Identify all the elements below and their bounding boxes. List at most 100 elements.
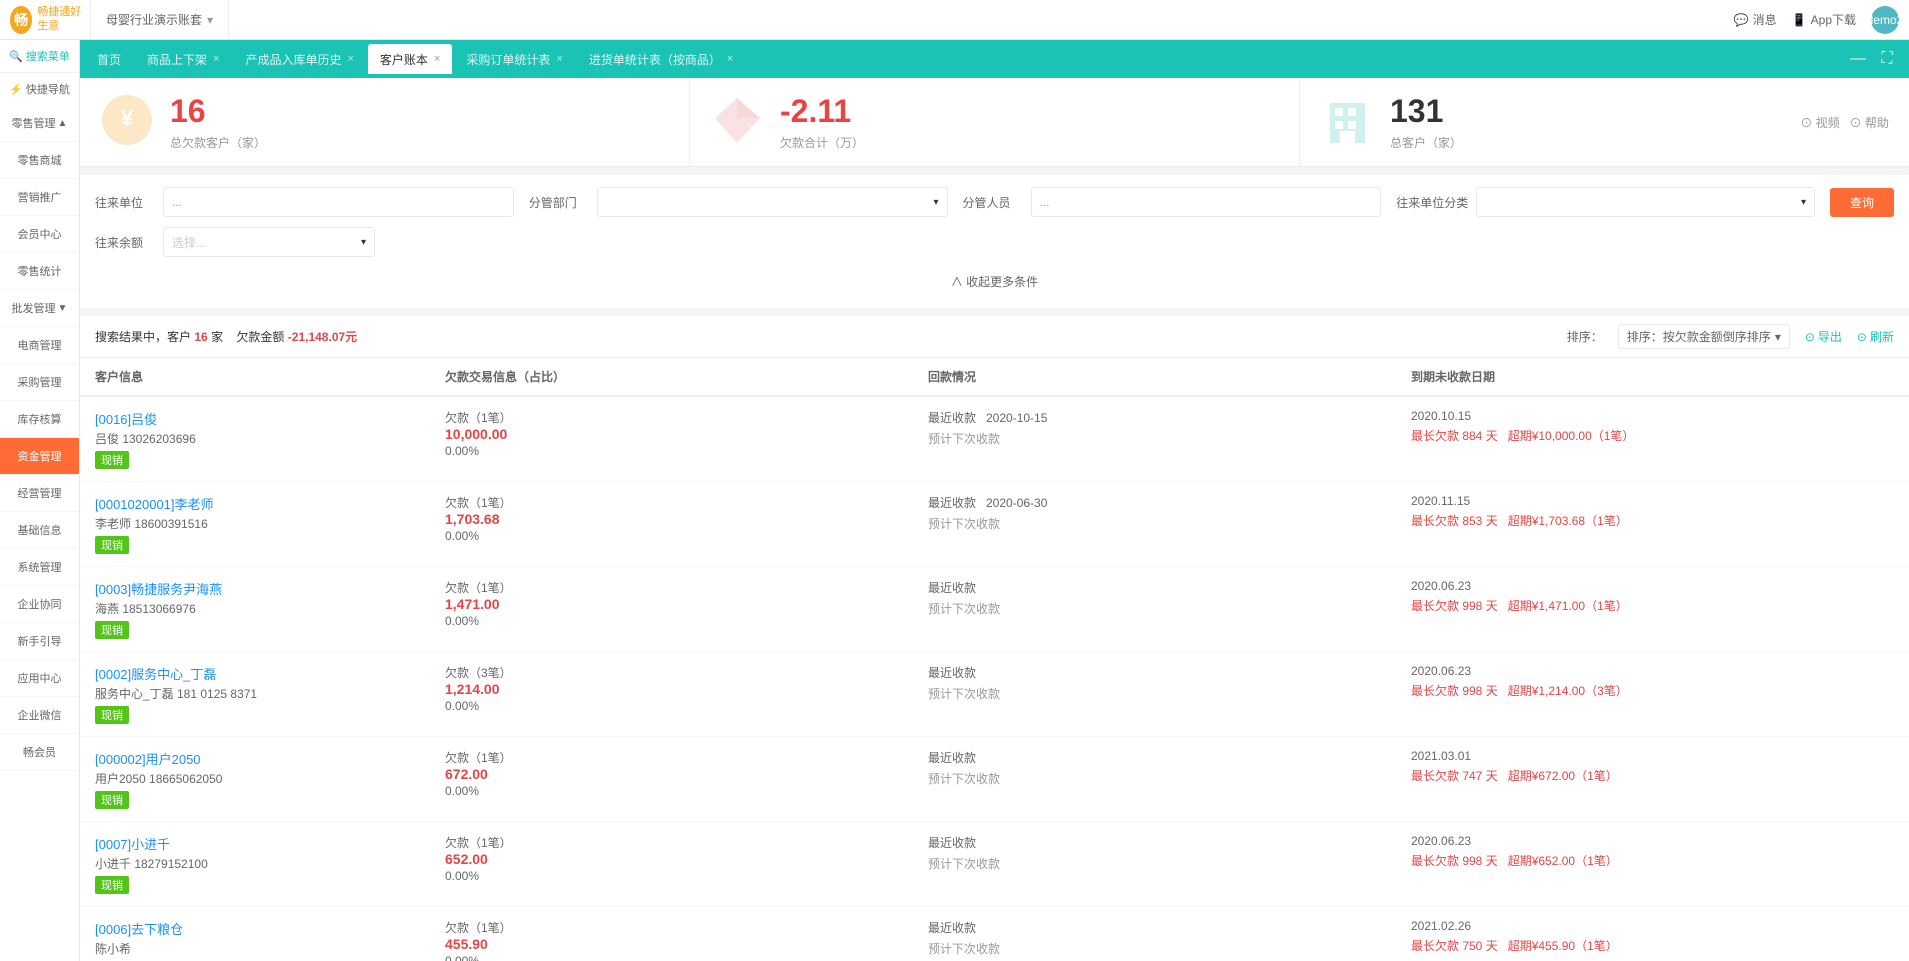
sidebar-item-system[interactable]: 系统管理 [0,549,79,586]
customer-tag-4: 现销 [95,706,129,724]
sidebar-item-collab[interactable]: 企业协同 [0,586,79,623]
sort-select[interactable]: 排序：按欠款金额倒序排序 ▾ [1618,324,1790,349]
table-area: 客户信息 欠款交易信息（占比） 回款情况 到期未收款日期 [0016]吕俊 吕俊… [80,358,1909,961]
close-tab-products[interactable]: × [213,53,219,65]
due-cell-7: 2021.02.26 最长欠款 750 天 超期¥455.90（1笔） [1411,919,1894,954]
tab-minimize-btn[interactable]: — [1846,47,1870,71]
filter-balance: 往来余额 选择... ▾ [95,227,375,257]
sidebar-item-finance[interactable]: 资金管理 [0,438,79,475]
sidebar: 🔍 搜索菜单 ⚡ 快捷导航 零售管理 ▲ 零售商城 营销推广 会员中心 零售统计… [0,40,80,961]
stat-total-count-value: 131 [1390,93,1462,130]
company-input[interactable]: ... [163,187,514,217]
category-select[interactable]: ▾ [1476,187,1815,217]
customer-name-6[interactable]: [0007]小进千 [95,834,445,853]
search-button[interactable]: 查询 [1830,188,1894,217]
top-right-actions: 💬 消息 📱 App下载 demo2 [1734,6,1899,34]
person-input[interactable]: ... [1031,187,1382,217]
tab-purchase-stats[interactable]: 采购订单统计表 × [454,44,574,74]
sidebar-item-guide[interactable]: 新手引导 [0,623,79,660]
tab-maximize-btn[interactable]: ⛶ [1875,47,1899,71]
filter-person: 分管人员 ... [963,187,1382,217]
tab-goods-stats[interactable]: 进货单统计表（按商品） × [577,44,745,74]
refresh-icon: ⊙ [1857,330,1867,344]
video-help-btn[interactable]: ⊙ 视频 [1800,114,1839,131]
customer-name-5[interactable]: [000002]用户2050 [95,749,445,768]
sidebar-item-marketing[interactable]: 营销推广 [0,179,79,216]
customer-phone-2: 李老师 18600391516 [95,515,445,532]
debt-cell-6: 欠款（1笔） 652.00 0.00% [445,834,928,883]
dept-select[interactable]: ▾ [597,187,948,217]
customer-phone-5: 用户2050 18665062050 [95,770,445,787]
customer-cell-1: [0016]吕俊 吕俊 13026203696 现销 [95,409,445,469]
stat-help-area: ⊙ 视频 ⊙ 帮助 [1462,114,1889,131]
recovery-cell-4: 最近收款 预计下次收款 [928,664,1411,702]
stat-total-customers-info: 131 总客户（家） [1390,93,1462,151]
sidebar-item-retail-mall[interactable]: 零售商城 [0,142,79,179]
export-btn[interactable]: ⊙ 导出 [1805,328,1842,345]
stat-debt-info: 16 总欠款客户（家） [170,93,266,151]
logo-area: 畅 畅捷通好生意 [10,6,90,34]
customer-name-7[interactable]: [0006]去下粮仓 [95,919,445,938]
recovery-cell-2: 最近收款 2020-06-30 预计下次收款 [928,494,1411,532]
stat-total-debt-label: 欠款合计（万） [780,134,864,151]
table-row: [000002]用户2050 用户2050 18665062050 现销 欠款（… [80,737,1909,822]
sidebar-item-retail-mgmt[interactable]: 零售管理 ▲ [0,105,79,142]
close-tab-inventory[interactable]: × [347,53,353,65]
due-cell-1: 2020.10.15 最长欠款 884 天 超期¥10,000.00（1笔） [1411,409,1894,444]
customer-name-2[interactable]: [0001020001]李老师 [95,494,445,513]
tab-home[interactable]: 首页 [85,44,133,74]
customer-phone-7: 陈小希 [95,940,445,957]
sidebar-item-apps[interactable]: 应用中心 [0,660,79,697]
tab-customer-ledger[interactable]: 客户账本 × [368,44,452,74]
sidebar-item-member2[interactable]: 畅会员 [0,734,79,771]
customer-cell-7: [0006]去下粮仓 陈小希 现销 [95,919,445,961]
stat-total-debt-info: -2.11 欠款合计（万） [780,93,864,151]
help-btn[interactable]: ⊙ 帮助 [1850,114,1889,131]
refresh-btn[interactable]: ⊙ 刷新 [1857,328,1894,345]
results-count: 16 [194,330,207,344]
dept-chevron-icon: ▾ [933,197,938,208]
close-tab-ledger[interactable]: × [434,53,440,65]
tab-inventory-history[interactable]: 产成品入库单历史 × [233,44,365,74]
customer-name-1[interactable]: [0016]吕俊 [95,409,445,428]
due-cell-5: 2021.03.01 最长欠款 747 天 超期¥672.00（1笔） [1411,749,1894,784]
close-tab-goods[interactable]: × [727,53,733,65]
sidebar-item-purchase[interactable]: 采购管理 [0,364,79,401]
collapse-filters-btn[interactable]: ∧ 收起更多条件 [95,267,1894,296]
balance-chevron-icon: ▾ [361,237,366,248]
app-selector[interactable]: 母婴行业演示账套 ▾ [90,0,229,39]
message-icon: 💬 [1734,13,1749,27]
sidebar-item-inventory[interactable]: 库存核算 [0,401,79,438]
sidebar-item-operations[interactable]: 经营管理 [0,475,79,512]
sort-chevron-icon: ▾ [1775,330,1781,344]
results-bar: 搜索结果中，客户 16 家 欠款金额 -21,148.07元 排序： 排序：按欠… [80,316,1909,358]
filter-category: 往来单位分类 ▾ [1396,187,1815,217]
table-row: [0002]服务中心_丁磊 服务中心_丁磊 181 0125 8371 现销 欠… [80,652,1909,737]
customer-cell-6: [0007]小进千 小进千 18279152100 现销 [95,834,445,894]
table-row: [0006]去下粮仓 陈小希 现销 欠款（1笔） 455.90 0.00% 最近… [80,907,1909,961]
table-row: [0001020001]李老师 李老师 18600391516 现销 欠款（1笔… [80,482,1909,567]
message-btn[interactable]: 💬 消息 [1734,11,1777,28]
tab-products[interactable]: 商品上下架 × [135,44,231,74]
sidebar-item-retail-stats[interactable]: 零售统计 [0,253,79,290]
user-menu[interactable]: demo2 [1871,6,1899,34]
customer-name-3[interactable]: [0003]畅捷服务尹海燕 [95,579,445,598]
sidebar-item-base[interactable]: 基础信息 [0,512,79,549]
results-info: 搜索结果中，客户 16 家 欠款金额 -21,148.07元 [95,328,357,345]
export-icon: ⊙ [1805,330,1815,344]
debt-cell-4: 欠款（3笔） 1,214.00 0.00% [445,664,928,713]
balance-select[interactable]: 选择... ▾ [163,227,375,257]
sidebar-item-wholesale[interactable]: 批发管理 ▼ [0,290,79,327]
customer-name-4[interactable]: [0002]服务中心_丁磊 [95,664,445,683]
due-cell-3: 2020.06.23 最长欠款 998 天 超期¥1,471.00（1笔） [1411,579,1894,614]
customer-phone-1: 吕俊 13026203696 [95,430,445,447]
sidebar-item-ecommerce[interactable]: 电商管理 [0,327,79,364]
sidebar-item-search[interactable]: 🔍 搜索菜单 [0,40,79,73]
app-download-btn[interactable]: 📱 App下载 [1792,11,1856,28]
sidebar-item-member[interactable]: 会员中心 [0,216,79,253]
sidebar-item-quick-nav[interactable]: ⚡ 快捷导航 [0,73,79,105]
stat-total-count-label: 总客户（家） [1390,134,1462,151]
close-tab-purchase[interactable]: × [556,53,562,65]
stat-help-links: ⊙ 视频 ⊙ 帮助 [1800,114,1889,131]
sidebar-item-wechat[interactable]: 企业微信 [0,697,79,734]
